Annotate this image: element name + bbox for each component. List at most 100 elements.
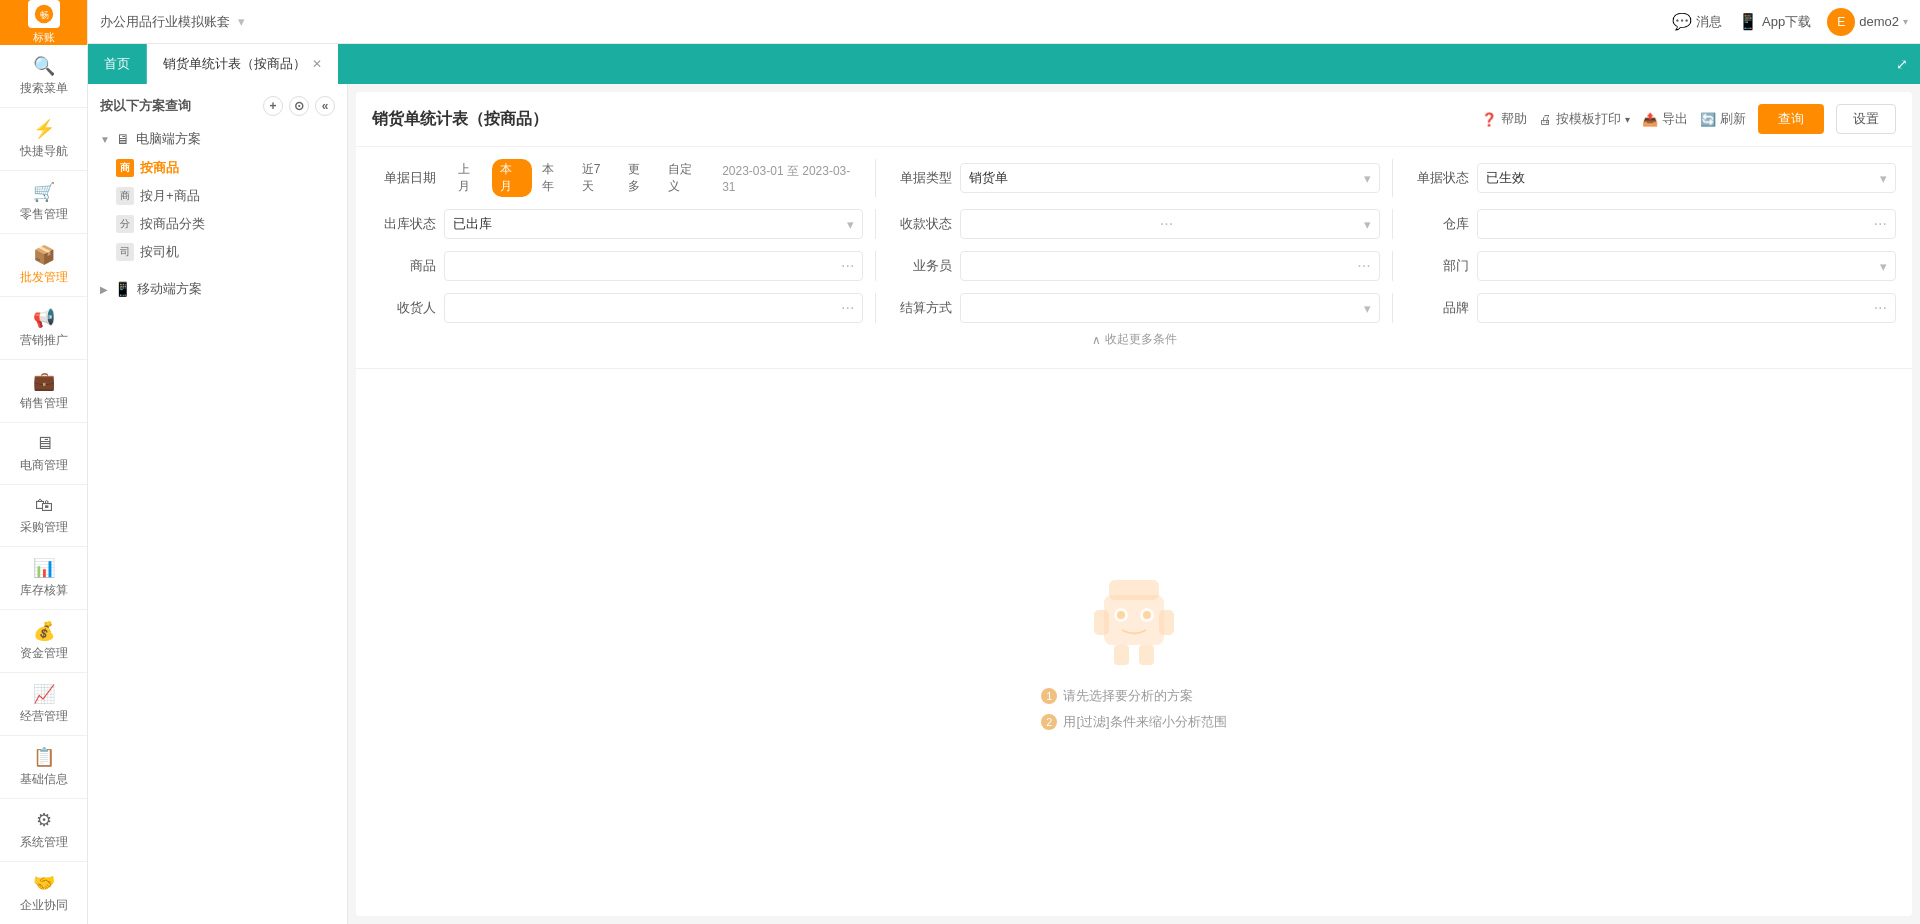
collab-icon: 🤝	[33, 872, 55, 894]
tip-text-1: 请先选择要分析的方案	[1063, 687, 1193, 705]
sidebar-item-system[interactable]: ⚙ 系统管理	[0, 799, 87, 862]
page-actions: ❓ 帮助 🖨 按模板打印 ▾ 📤 导出 🔄 刷新	[1481, 104, 1896, 134]
date-7days[interactable]: 近7天	[576, 159, 619, 197]
marketing-icon: 📢	[33, 307, 55, 329]
collapse-panel-button[interactable]: «	[315, 96, 335, 116]
recvstatus-input[interactable]: ··· ▾	[960, 209, 1379, 239]
filter-outstatus-cell: 出库状态 已出库 ▾	[372, 209, 863, 239]
sidebar-item-sales[interactable]: 💼 销售管理	[0, 360, 87, 423]
help-label: 帮助	[1501, 110, 1527, 128]
recvstatus-dots: ···	[1160, 215, 1173, 233]
sidebar-item-operation[interactable]: 📈 经营管理	[0, 673, 87, 736]
sidebar-item-quicknav[interactable]: ⚡ 快捷导航	[0, 108, 87, 171]
settings-button[interactable]: 设置	[1836, 104, 1896, 134]
date-this-year[interactable]: 本年	[536, 159, 572, 197]
export-label: 导出	[1662, 110, 1688, 128]
sidebar-item-inventory[interactable]: 📊 库存核算	[0, 547, 87, 610]
sidebar-item-wholesale[interactable]: 📦 批发管理	[0, 234, 87, 297]
tab-close-button[interactable]: ✕	[312, 57, 322, 71]
filter-brand-cell: 品牌 ···	[1405, 293, 1896, 323]
sidebar-item-retail[interactable]: 🛒 零售管理	[0, 171, 87, 234]
filter-row-3: 商品 ··· 业务员 ···	[372, 251, 1896, 281]
settlement-input[interactable]: ▾	[960, 293, 1379, 323]
tree-item-category[interactable]: 分 按商品分类	[116, 210, 347, 238]
sidebar-wholesale-label: 批发管理	[20, 269, 68, 286]
item-label-goods: 按商品	[140, 159, 179, 177]
tree-mobile-label: 移动端方案	[137, 280, 202, 298]
tree-mobile[interactable]: ▶ 📱 移动端方案	[88, 274, 347, 304]
salesperson-dots: ···	[1357, 257, 1370, 275]
sidebar-item-ecom[interactable]: 🖥 电商管理	[0, 423, 87, 485]
topbar: 办公用品行业模拟账套 ▾ 💬 消息 📱 App下载 E demo2 ▾	[88, 0, 1920, 44]
purchase-icon: 🛍	[35, 495, 53, 516]
empty-tips: 1 请先选择要分析的方案 2 用[过滤]条件来缩小分析范围	[1041, 687, 1226, 731]
department-input[interactable]: ▾	[1477, 251, 1896, 281]
quick-nav-icon: ⚡	[33, 118, 55, 140]
goods-input[interactable]: ···	[444, 251, 863, 281]
app-logo[interactable]: 畅 标账	[0, 0, 88, 45]
tree-item-by-goods[interactable]: 商 按商品	[116, 154, 347, 182]
topbar-left: 办公用品行业模拟账套 ▾	[100, 13, 245, 31]
sidebar: 畅 标账 🔍 搜索菜单 ⚡ 快捷导航 🛒 零售管理 📦 批发管理 📢 营销推广 …	[0, 0, 88, 924]
tree-item-month-goods[interactable]: 商 按月+商品	[116, 182, 347, 210]
industry-dropdown-icon[interactable]: ▾	[238, 14, 245, 29]
item-label-driver: 按司机	[140, 243, 179, 261]
user-avatar: E	[1827, 8, 1855, 36]
recvstatus-arrow: ▾	[1364, 217, 1371, 232]
user-dropdown-icon: ▾	[1903, 16, 1908, 27]
tree-item-driver[interactable]: 司 按司机	[116, 238, 347, 266]
brand-label: 品牌	[1405, 299, 1477, 317]
date-custom[interactable]: 自定义	[662, 159, 710, 197]
tree-desktop[interactable]: ▼ 🖥 电脑端方案	[88, 124, 347, 154]
empty-illustration	[1074, 555, 1194, 675]
tab-home[interactable]: 首页	[88, 44, 147, 84]
date-last-month[interactable]: 上月	[452, 159, 488, 197]
settings-scheme-button[interactable]: ⊙	[289, 96, 309, 116]
recipient-input[interactable]: ···	[444, 293, 863, 323]
user-menu[interactable]: E demo2 ▾	[1827, 8, 1908, 36]
sidebar-item-basic[interactable]: 📋 基础信息	[0, 736, 87, 799]
sidebar-item-finance[interactable]: 💰 资金管理	[0, 610, 87, 673]
date-more[interactable]: 更多	[622, 159, 658, 197]
app-download-button[interactable]: 📱 App下载	[1738, 12, 1811, 31]
empty-tip-1: 1 请先选择要分析的方案	[1041, 687, 1226, 705]
export-button[interactable]: 📤 导出	[1642, 110, 1688, 128]
salesperson-input[interactable]: ···	[960, 251, 1379, 281]
filter-docstatus-cell: 单据状态 已生效 ▾	[1405, 163, 1896, 193]
tab-active[interactable]: 销货单统计表（按商品） ✕	[147, 44, 338, 84]
svg-rect-2	[1104, 595, 1164, 645]
brand-input[interactable]: ···	[1477, 293, 1896, 323]
warehouse-dots: ···	[1874, 215, 1887, 233]
filter-warehouse-cell: 仓库 ···	[1405, 209, 1896, 239]
sidebar-item-purchase[interactable]: 🛍 采购管理	[0, 485, 87, 547]
docstatus-input[interactable]: 已生效 ▾	[1477, 163, 1896, 193]
sidebar-item-marketing[interactable]: 📢 营销推广	[0, 297, 87, 360]
print-dropdown-icon: ▾	[1625, 114, 1630, 125]
refresh-button[interactable]: 🔄 刷新	[1700, 110, 1746, 128]
page-title: 销货单统计表（按商品）	[372, 109, 548, 130]
tab-maximize[interactable]: ⤢	[338, 44, 1920, 84]
doctype-input[interactable]: 销货单 ▾	[960, 163, 1379, 193]
filter-recipient-cell: 收货人 ···	[372, 293, 863, 323]
logo-label: 标账	[33, 30, 55, 45]
query-button[interactable]: 查询	[1758, 104, 1824, 134]
item-label-category: 按商品分类	[140, 215, 205, 233]
message-button[interactable]: 💬 消息	[1672, 12, 1722, 31]
print-button[interactable]: 🖨 按模板打印 ▾	[1539, 110, 1630, 128]
sidebar-item-search[interactable]: 🔍 搜索菜单	[0, 45, 87, 108]
filter-row-2: 出库状态 已出库 ▾ 收款状态 ··· ▾	[372, 209, 1896, 239]
content-wrapper: 按以下方案查询 + ⊙ « ▼ 🖥 电脑端方案 商 按商品	[88, 84, 1920, 924]
help-button[interactable]: ❓ 帮助	[1481, 110, 1527, 128]
home-tab-label: 首页	[104, 55, 130, 73]
sidebar-item-collab[interactable]: 🤝 企业协同	[0, 862, 87, 924]
date-this-month[interactable]: 本月	[492, 159, 532, 197]
item-icon-driver: 司	[116, 243, 134, 261]
add-scheme-button[interactable]: +	[263, 96, 283, 116]
left-panel: 按以下方案查询 + ⊙ « ▼ 🖥 电脑端方案 商 按商品	[88, 84, 348, 924]
department-label: 部门	[1405, 257, 1477, 275]
collapse-button[interactable]: ∧ 收起更多条件	[372, 323, 1896, 356]
filter-salesperson-cell: 业务员 ···	[888, 251, 1379, 281]
warehouse-input[interactable]: ···	[1477, 209, 1896, 239]
doctype-value: 销货单	[969, 169, 1008, 187]
outstatus-input[interactable]: 已出库 ▾	[444, 209, 863, 239]
